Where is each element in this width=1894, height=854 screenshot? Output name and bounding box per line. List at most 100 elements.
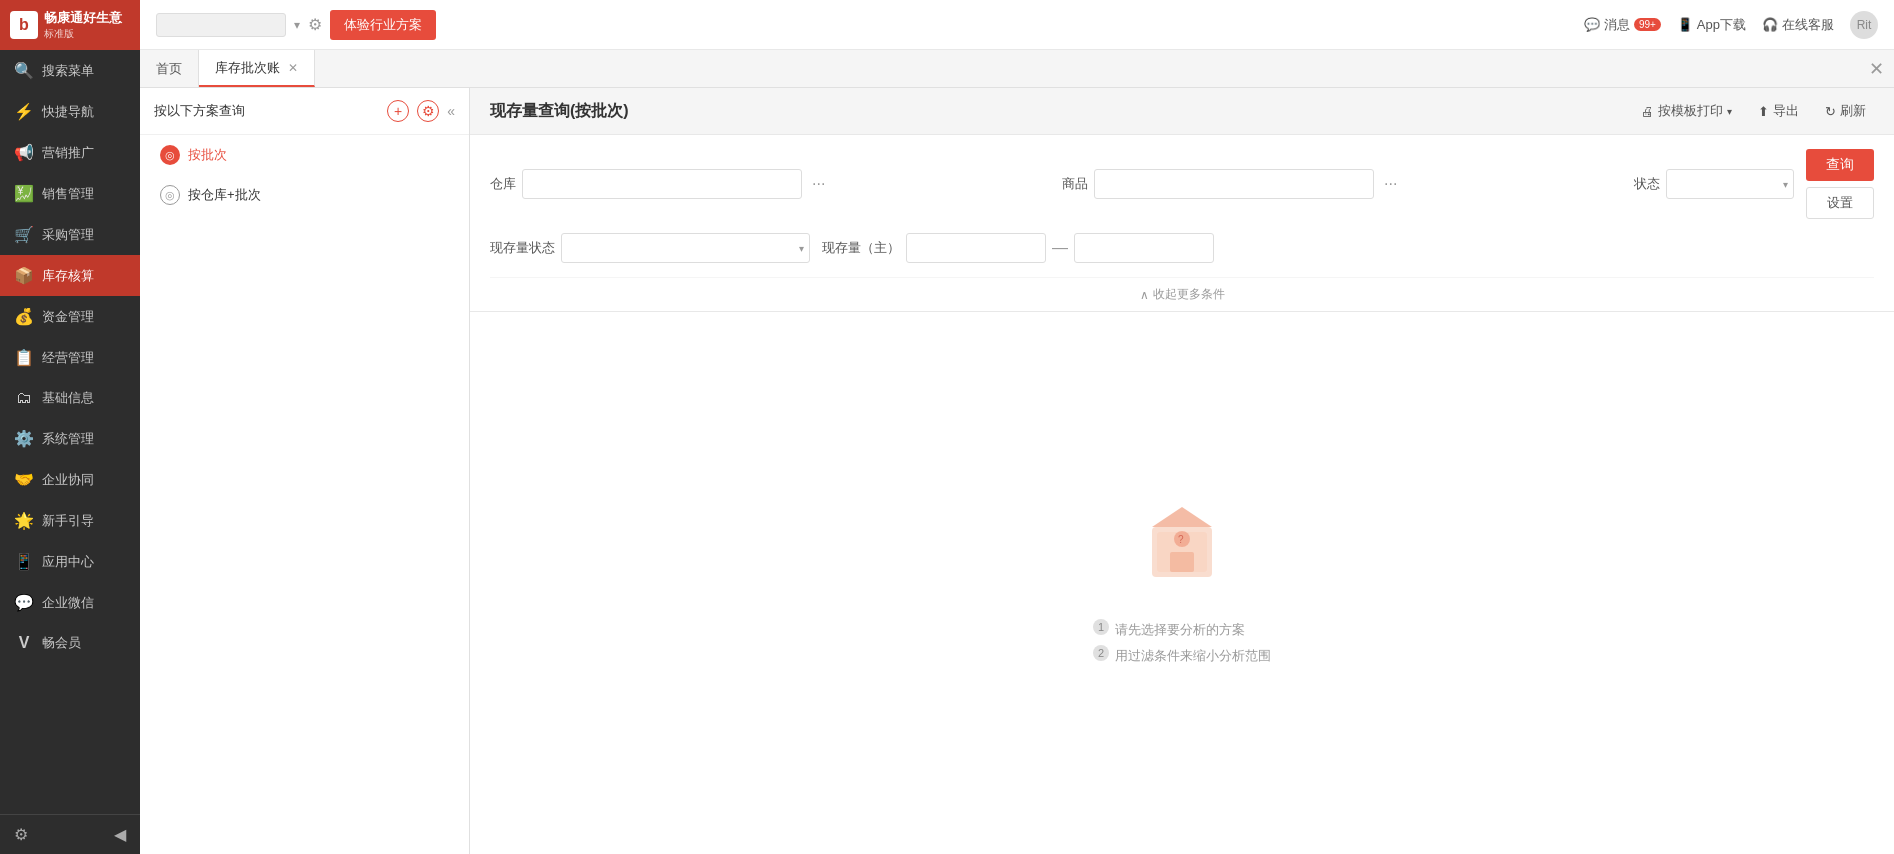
filter-row-2: 现存量状态 全部 有库存 无库存 ▾ 现存量（主） xyxy=(490,233,1874,263)
status-filter-group: 状态 全部 正常 停用 ▾ xyxy=(1634,169,1794,199)
print-dropdown-icon[interactable]: ▾ xyxy=(1727,106,1732,117)
tip-number-2: 2 xyxy=(1093,645,1109,661)
print-template-label: 按模板打印 xyxy=(1658,102,1723,120)
experience-btn[interactable]: 体验行业方案 xyxy=(330,10,436,40)
print-template-btn[interactable]: 🖨 按模板打印 ▾ xyxy=(1633,98,1740,124)
settings-button[interactable]: 设置 xyxy=(1806,187,1874,219)
top-nav-right: 💬 消息 99+ 📱 App下载 🎧 在线客服 Rit xyxy=(1584,11,1878,39)
sidebar-item-operations[interactable]: 📋 经营管理 xyxy=(0,337,140,378)
stock-status-select-wrap: 全部 有库存 无库存 ▾ xyxy=(561,233,810,263)
sidebar-label-newbie: 新手引导 xyxy=(42,512,94,530)
collapse-sidebar-icon[interactable]: ◀ xyxy=(114,825,126,844)
sidebar-item-search[interactable]: 🔍 搜索菜单 xyxy=(0,50,140,91)
sidebar-item-wechat[interactable]: 💬 企业微信 xyxy=(0,582,140,623)
batch-plan-icon: ◎ xyxy=(160,145,180,165)
stock-qty-max-input[interactable] xyxy=(1074,233,1214,263)
tip-item-1: 1 请先选择要分析的方案 xyxy=(1093,617,1271,643)
settings-footer-icon[interactable]: ⚙ xyxy=(14,825,28,844)
warehouse-batch-plan-label: 按仓库+批次 xyxy=(188,186,261,204)
sidebar-item-basic[interactable]: 🗂 基础信息 xyxy=(0,378,140,418)
sidebar-item-enterprise[interactable]: 🤝 企业协同 xyxy=(0,459,140,500)
sidebar-label-purchase: 采购管理 xyxy=(42,226,94,244)
vip-icon: V xyxy=(14,634,34,652)
right-panel: 现存量查询(按批次) 🖨 按模板打印 ▾ ⬆ 导出 ↻ 刷新 xyxy=(470,88,1894,854)
sidebar-nav: 🔍 搜索菜单 ⚡ 快捷导航 📢 营销推广 💹 销售管理 🛒 采购管理 📦 库存核… xyxy=(0,50,140,814)
refresh-btn[interactable]: ↻ 刷新 xyxy=(1817,98,1874,124)
user-nav-item[interactable]: Rit xyxy=(1850,11,1878,39)
product-input[interactable] xyxy=(1094,169,1374,199)
warehouse-input[interactable] xyxy=(522,169,802,199)
tip-text-1: 请先选择要分析的方案 xyxy=(1115,617,1245,643)
tip-number-1: 1 xyxy=(1093,619,1109,635)
message-badge: 99+ xyxy=(1634,18,1661,31)
sidebar-item-marketing[interactable]: 📢 营销推广 xyxy=(0,132,140,173)
sidebar-item-inventory[interactable]: 📦 库存核算 xyxy=(0,255,140,296)
collapse-more-btn[interactable]: ∧ 收起更多条件 xyxy=(490,277,1874,311)
svg-rect-3 xyxy=(1170,552,1194,572)
stock-status-select[interactable]: 全部 有库存 无库存 xyxy=(561,233,810,263)
sidebar-item-appstore[interactable]: 📱 应用中心 xyxy=(0,541,140,582)
plan-by-warehouse-batch[interactable]: ◎ 按仓库+批次 xyxy=(140,175,469,215)
online-service-nav-item[interactable]: 🎧 在线客服 xyxy=(1762,16,1834,34)
app-download-nav-item[interactable]: 📱 App下载 xyxy=(1677,16,1746,34)
svg-text:?: ? xyxy=(1178,534,1184,545)
newbie-icon: 🌟 xyxy=(14,511,34,530)
status-label: 状态 xyxy=(1634,175,1660,193)
plan-by-batch[interactable]: ◎ 按批次 xyxy=(140,135,469,175)
sidebar-item-purchase[interactable]: 🛒 采购管理 xyxy=(0,214,140,255)
left-panel-collapse-icon[interactable]: « xyxy=(447,103,455,119)
sidebar-label-vip: 畅会员 xyxy=(42,634,81,652)
sales-icon: 💹 xyxy=(14,184,34,203)
left-panel-header: 按以下方案查询 + ⚙ « xyxy=(140,88,469,135)
warehouse-more-icon[interactable]: ··· xyxy=(808,175,829,193)
plan-settings-button[interactable]: ⚙ xyxy=(417,100,439,122)
search-icon: 🔍 xyxy=(14,61,34,80)
shortcut-icon: ⚡ xyxy=(14,102,34,121)
warehouse-batch-plan-icon: ◎ xyxy=(160,185,180,205)
empty-state: ? 1 请先选择要分析的方案 2 用过滤条件来缩小分析范围 xyxy=(470,312,1894,854)
status-select[interactable]: 全部 正常 停用 xyxy=(1666,169,1794,199)
online-service-label: 在线客服 xyxy=(1782,16,1834,34)
top-nav: ▾ ⚙ 体验行业方案 💬 消息 99+ 📱 App下载 🎧 在线客服 Rit xyxy=(140,0,1894,50)
page-header: 现存量查询(按批次) 🖨 按模板打印 ▾ ⬆ 导出 ↻ 刷新 xyxy=(470,88,1894,135)
stock-qty-min-input[interactable] xyxy=(906,233,1046,263)
app-download-icon: 📱 xyxy=(1677,17,1693,32)
search-dropdown-icon[interactable]: ▾ xyxy=(294,18,300,32)
sidebar-item-system[interactable]: ⚙️ 系统管理 xyxy=(0,418,140,459)
sidebar-item-vip[interactable]: V 畅会员 xyxy=(0,623,140,663)
search-input[interactable] xyxy=(156,13,286,37)
tab-close-icon[interactable]: ✕ xyxy=(288,61,298,75)
app-name-block: 畅康通好生意 标准版 xyxy=(44,10,122,40)
finance-icon: 💰 xyxy=(14,307,34,326)
home-tab-label: 首页 xyxy=(156,60,182,78)
sidebar-label-basic: 基础信息 xyxy=(42,389,94,407)
sidebar-item-finance[interactable]: 💰 资金管理 xyxy=(0,296,140,337)
warehouse-label: 仓库 xyxy=(490,175,516,193)
system-icon: ⚙️ xyxy=(14,429,34,448)
tab-batch-account[interactable]: 库存批次账 ✕ xyxy=(199,50,315,87)
message-nav-item[interactable]: 💬 消息 99+ xyxy=(1584,16,1661,34)
product-more-icon[interactable]: ··· xyxy=(1380,175,1401,193)
sidebar-label-appstore: 应用中心 xyxy=(42,553,94,571)
tab-home[interactable]: 首页 xyxy=(140,50,199,87)
tab-panel-close-icon[interactable]: ✕ xyxy=(1869,58,1884,80)
inventory-icon: 📦 xyxy=(14,266,34,285)
enterprise-icon: 🤝 xyxy=(14,470,34,489)
status-select-wrap: 全部 正常 停用 ▾ xyxy=(1666,169,1794,199)
sidebar-item-sales[interactable]: 💹 销售管理 xyxy=(0,173,140,214)
sidebar-label-finance: 资金管理 xyxy=(42,308,94,326)
stock-qty-separator: — xyxy=(1052,239,1068,257)
query-button[interactable]: 查询 xyxy=(1806,149,1874,181)
app-edition: 标准版 xyxy=(44,27,122,40)
nav-gear-icon[interactable]: ⚙ xyxy=(308,15,322,34)
refresh-label: 刷新 xyxy=(1840,102,1866,120)
sidebar-item-newbie[interactable]: 🌟 新手引导 xyxy=(0,500,140,541)
export-btn[interactable]: ⬆ 导出 xyxy=(1750,98,1807,124)
stock-status-filter-group: 现存量状态 全部 有库存 无库存 ▾ xyxy=(490,233,810,263)
batch-plan-label: 按批次 xyxy=(188,146,227,164)
tip-item-2: 2 用过滤条件来缩小分析范围 xyxy=(1093,643,1271,669)
add-plan-button[interactable]: + xyxy=(387,100,409,122)
purchase-icon: 🛒 xyxy=(14,225,34,244)
sidebar-item-shortcut[interactable]: ⚡ 快捷导航 xyxy=(0,91,140,132)
sidebar-label-wechat: 企业微信 xyxy=(42,594,94,612)
